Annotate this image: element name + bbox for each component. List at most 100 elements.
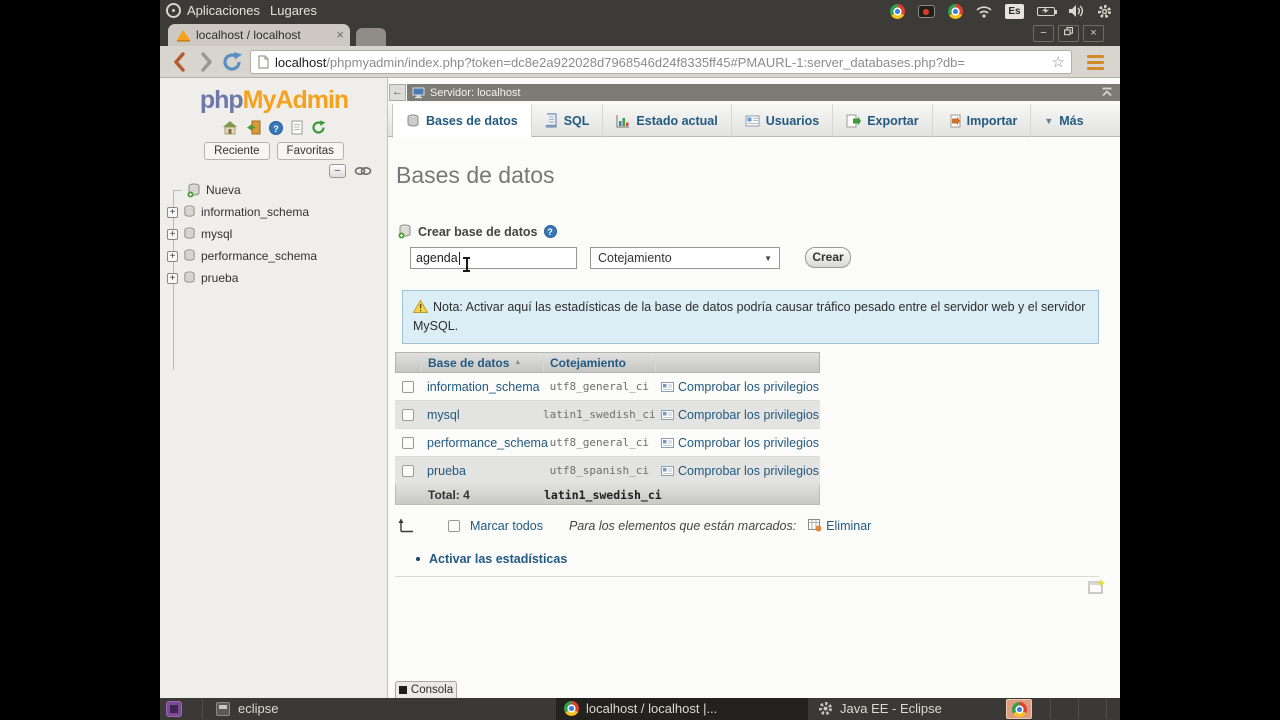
database-link[interactable]: prueba — [421, 464, 543, 478]
url-text: localhost/phpmyadmin/index.php?token=dc8… — [275, 55, 1046, 70]
taskbar-item-browser[interactable]: localhost / localhost |... — [556, 698, 808, 720]
browser-tab[interactable]: localhost / localhost × — [168, 24, 350, 46]
select-dropdown-icon: ▼ — [764, 253, 772, 263]
new-tab-button[interactable] — [356, 28, 386, 46]
sql-tab-icon — [545, 113, 557, 128]
expand-icon[interactable]: + — [167, 272, 178, 284]
table-header-row: Base de datos ▲ Cotejamiento — [395, 352, 820, 373]
collapse-header-icon[interactable] — [1101, 87, 1113, 97]
tab-databases[interactable]: Bases de datos — [392, 104, 532, 138]
tab-sql[interactable]: SQL — [532, 104, 604, 137]
help-icon[interactable]: ? — [269, 120, 283, 135]
database-link[interactable]: mysql — [421, 408, 543, 422]
minimize-button[interactable]: − — [1033, 25, 1054, 42]
table-row: prueba utf8_spanish_ci Comprobar los pri… — [395, 457, 820, 485]
keyboard-layout-indicator[interactable]: Es — [1005, 3, 1024, 19]
tab-import[interactable]: Importar — [933, 104, 1032, 137]
browser-menu-button[interactable] — [1082, 52, 1108, 72]
check-privileges-link[interactable]: Comprobar los privilegios — [678, 380, 819, 394]
taskbar-item-eclipse[interactable]: eclipse — [238, 698, 278, 720]
column-header-database[interactable]: Base de datos ▲ — [422, 353, 544, 372]
pma-main-panel: ← Servidor: localhost Bases de datos SQL… — [388, 78, 1120, 698]
tab-close-icon[interactable]: × — [336, 24, 344, 45]
home-icon[interactable] — [222, 120, 238, 135]
wifi-icon[interactable] — [976, 5, 992, 18]
logout-icon[interactable] — [246, 120, 261, 135]
volume-icon[interactable] — [1068, 4, 1084, 18]
tree-item-database[interactable]: + information_schema — [167, 202, 309, 222]
bullet-icon — [416, 557, 420, 561]
check-all-checkbox[interactable] — [448, 519, 460, 532]
back-button[interactable] — [170, 50, 190, 74]
tab-users[interactable]: Usuarios — [732, 104, 834, 137]
recent-button[interactable]: Reciente — [204, 142, 270, 160]
row-checkbox[interactable] — [402, 408, 414, 421]
applications-menu[interactable]: Aplicaciones — [187, 0, 260, 22]
favorites-button[interactable]: Favoritas — [276, 142, 344, 160]
reload-button[interactable] — [222, 50, 244, 74]
toggle-sidebar-button[interactable]: ← — [389, 84, 406, 101]
tree-item-database[interactable]: + prueba — [167, 268, 238, 288]
tab-export[interactable]: Exportar — [833, 104, 933, 137]
window-controls: − × — [1033, 25, 1104, 42]
taskbar-launcher-icon[interactable] — [166, 701, 182, 717]
server-label[interactable]: Servidor: localhost — [430, 87, 521, 99]
enable-statistics-link[interactable]: Activar las estadísticas — [429, 552, 567, 566]
taskbar-notification-chrome[interactable] — [1006, 699, 1032, 719]
chrome-tray-icon[interactable] — [890, 3, 905, 19]
tree-item-database[interactable]: + mysql — [167, 224, 232, 244]
taskbar-item-java[interactable]: Java EE - Eclipse — [840, 698, 942, 720]
tab-status[interactable]: Estado actual — [603, 104, 732, 137]
distro-logo-icon[interactable] — [166, 3, 181, 18]
column-header-collation[interactable]: Cotejamiento — [544, 353, 656, 372]
content-divider — [395, 576, 1099, 577]
db-name-input[interactable]: agenda — [410, 247, 577, 269]
tree-item-database[interactable]: + performance_schema — [167, 246, 317, 266]
sidebar-icon-row: ? — [160, 120, 388, 135]
row-checkbox[interactable] — [402, 380, 414, 393]
browser-tab-strip: localhost / localhost × − × — [160, 22, 1120, 46]
bookmark-star-icon[interactable]: ☆ — [1052, 53, 1065, 71]
session-gear-icon[interactable] — [1097, 4, 1112, 19]
pma-logo[interactable]: phpMyAdmin — [160, 86, 388, 115]
create-button[interactable]: Crear — [805, 247, 851, 268]
screen-recorder-icon[interactable] — [918, 4, 935, 18]
places-menu[interactable]: Lugares — [270, 0, 317, 22]
docs-icon[interactable] — [291, 120, 303, 135]
eclipse-taskbar-icon[interactable] — [216, 702, 230, 716]
expand-icon[interactable]: + — [167, 206, 178, 218]
create-help-icon[interactable]: ? — [543, 225, 557, 238]
text-caret — [458, 251, 460, 265]
system-tray: Es — [890, 0, 1112, 22]
address-bar[interactable]: localhost/phpmyadmin/index.php?token=dc8… — [250, 50, 1072, 74]
expand-icon[interactable]: + — [167, 250, 178, 262]
close-button[interactable]: × — [1083, 25, 1104, 42]
database-link[interactable]: performance_schema — [421, 436, 548, 450]
refresh-icon[interactable] — [311, 120, 326, 135]
check-privileges-link[interactable]: Comprobar los privilegios — [678, 464, 819, 478]
collation-value: utf8_general_ci — [549, 380, 649, 393]
row-checkbox[interactable] — [402, 436, 414, 449]
expand-icon[interactable]: + — [167, 228, 178, 240]
collapse-all-icon[interactable]: − — [329, 164, 346, 178]
new-window-icon[interactable] — [1088, 579, 1105, 595]
users-tab-icon — [745, 115, 760, 126]
tab-more[interactable]: ▼ Más — [1031, 104, 1096, 137]
console-tab[interactable]: Consola — [395, 681, 457, 698]
chrome-tray-icon-2[interactable] — [948, 3, 963, 19]
check-privileges-link[interactable]: Comprobar los privilegios — [678, 436, 819, 450]
battery-icon[interactable] — [1037, 6, 1057, 16]
check-privileges-link[interactable]: Comprobar los privilegios — [678, 408, 819, 422]
forward-button[interactable] — [196, 50, 216, 74]
database-link[interactable]: information_schema — [421, 380, 543, 394]
tree-item-new-database[interactable]: Nueva — [173, 180, 241, 200]
statistics-note: Nota: Activar aquí las estadísticas de l… — [402, 290, 1099, 344]
link-icon[interactable] — [354, 166, 372, 176]
delete-link[interactable]: Eliminar — [826, 519, 871, 533]
check-all-link[interactable]: Marcar todos — [470, 519, 543, 533]
restore-button[interactable] — [1058, 25, 1079, 42]
row-checkbox[interactable] — [402, 464, 414, 477]
collation-select[interactable]: Cotejamiento ▼ — [590, 247, 780, 269]
desktop-screen: Aplicaciones Lugares Es localhost / loca… — [160, 0, 1120, 720]
status-tab-icon — [616, 114, 630, 128]
